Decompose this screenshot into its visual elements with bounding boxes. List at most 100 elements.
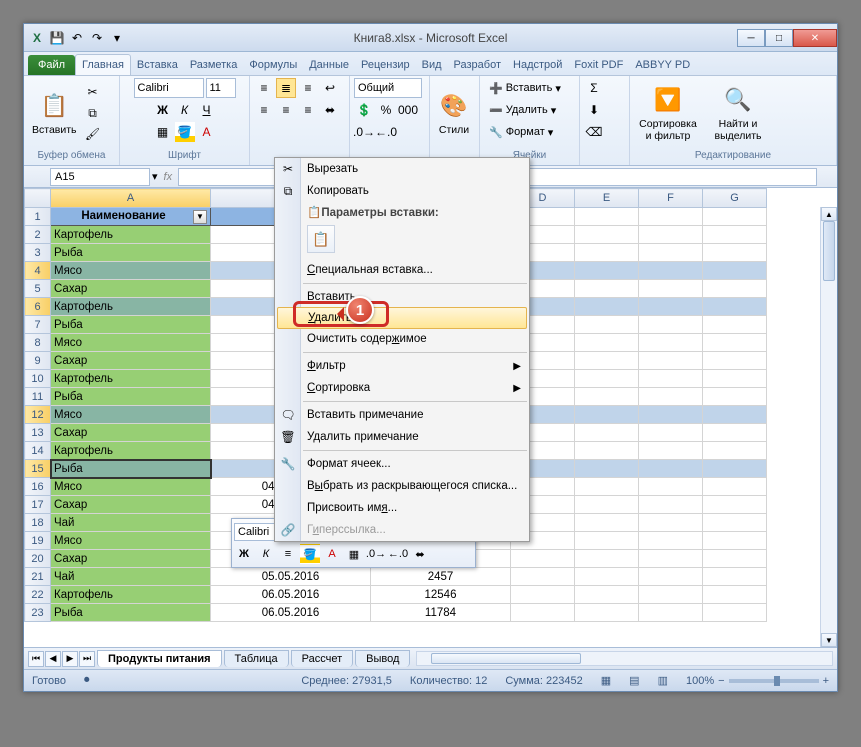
sheet-nav-prev-icon[interactable]: ◀ <box>45 651 61 667</box>
tab-home[interactable]: Главная <box>75 54 131 75</box>
cell-E1[interactable] <box>575 208 639 226</box>
row-header-20[interactable]: 20 <box>25 550 51 568</box>
cell-B22[interactable]: 06.05.2016 <box>211 586 371 604</box>
merge-icon[interactable]: ⬌ <box>320 100 340 120</box>
cell-F22[interactable] <box>639 586 703 604</box>
cell-E12[interactable] <box>575 406 639 424</box>
align-right-icon[interactable]: ≡ <box>298 100 318 120</box>
cell-F4[interactable] <box>639 262 703 280</box>
autosum-icon[interactable]: Σ <box>584 78 604 98</box>
mini-border-icon[interactable]: ▦ <box>344 544 364 564</box>
cell-G2[interactable] <box>703 226 767 244</box>
ctx-sort[interactable]: Сортировка▶ <box>275 377 529 399</box>
sheet-tab-calc[interactable]: Рассчет <box>291 650 354 667</box>
ctx-delete-comment[interactable]: 🗑Удалить примечание <box>275 426 529 448</box>
ctx-delete[interactable]: Удалить... <box>277 307 527 329</box>
tab-addins[interactable]: Надстрой <box>507 55 568 75</box>
sort-filter-button[interactable]: 🔽 Сортировка и фильтр <box>634 82 702 144</box>
row-header-17[interactable]: 17 <box>25 496 51 514</box>
cell-A13[interactable]: Сахар <box>51 424 211 442</box>
cell-G20[interactable] <box>703 550 767 568</box>
find-select-button[interactable]: 🔍 Найти и выделить <box>704 82 772 144</box>
view-pagebreak-icon[interactable]: ▥ <box>658 674 668 687</box>
align-top-icon[interactable]: ≡ <box>254 78 274 98</box>
cell-E23[interactable] <box>575 604 639 622</box>
redo-icon[interactable]: ↷ <box>88 29 106 47</box>
horizontal-scrollbar[interactable] <box>416 651 833 666</box>
cell-G3[interactable] <box>703 244 767 262</box>
copy-icon[interactable]: ⧉ <box>83 103 103 123</box>
cells-format-button[interactable]: 🔧Формат▾ <box>484 122 558 142</box>
cell-E4[interactable] <box>575 262 639 280</box>
cell-A5[interactable]: Сахар <box>51 280 211 298</box>
cell-G18[interactable] <box>703 514 767 532</box>
row-header-2[interactable]: 2 <box>25 226 51 244</box>
mini-font-color-icon[interactable]: A <box>322 544 342 564</box>
cell-G11[interactable] <box>703 388 767 406</box>
col-header-A[interactable]: A <box>51 189 211 208</box>
cell-E18[interactable] <box>575 514 639 532</box>
mini-dec-dec-icon[interactable]: ←.0 <box>388 544 408 564</box>
inc-decimal-icon[interactable]: .0→ <box>354 122 374 142</box>
zoom-control[interactable]: 100% − + <box>686 675 829 687</box>
row-header-21[interactable]: 21 <box>25 568 51 586</box>
cell-E5[interactable] <box>575 280 639 298</box>
paste-button[interactable]: 📋 Вставить <box>28 88 81 138</box>
cell-E10[interactable] <box>575 370 639 388</box>
cell-A9[interactable]: Сахар <box>51 352 211 370</box>
cell-B21[interactable]: 05.05.2016 <box>211 568 371 586</box>
ctx-clear-contents[interactable]: Очистить содержимое <box>275 328 529 350</box>
cell-G21[interactable] <box>703 568 767 586</box>
row-header-22[interactable]: 22 <box>25 586 51 604</box>
fx-icon[interactable]: fx <box>164 171 173 183</box>
cell-G6[interactable] <box>703 298 767 316</box>
ctx-copy[interactable]: ⧉Копировать <box>275 180 529 202</box>
ctx-pick-from-list[interactable]: Выбрать из раскрывающегося списка... <box>275 475 529 497</box>
mini-fill-color-icon[interactable]: 🪣 <box>300 544 320 564</box>
tab-layout[interactable]: Разметка <box>184 55 244 75</box>
cell-C22[interactable]: 12546 <box>371 586 511 604</box>
cell-E3[interactable] <box>575 244 639 262</box>
vscroll-thumb[interactable] <box>823 221 835 281</box>
mini-italic-icon[interactable]: К <box>256 544 276 564</box>
row-header-16[interactable]: 16 <box>25 478 51 496</box>
cell-D20[interactable] <box>511 550 575 568</box>
format-painter-icon[interactable]: 🖌 <box>83 124 103 144</box>
row-header-14[interactable]: 14 <box>25 442 51 460</box>
col-header-G[interactable]: G <box>703 189 767 208</box>
row-header-5[interactable]: 5 <box>25 280 51 298</box>
cell-F19[interactable] <box>639 532 703 550</box>
cell-E15[interactable] <box>575 460 639 478</box>
styles-button[interactable]: 🎨 Стили <box>434 88 474 138</box>
cell-E11[interactable] <box>575 388 639 406</box>
row-header-13[interactable]: 13 <box>25 424 51 442</box>
cell-A19[interactable]: Мясо <box>51 532 211 550</box>
ctx-insert-comment[interactable]: 🗨Вставить примечание <box>275 404 529 426</box>
cell-E6[interactable] <box>575 298 639 316</box>
scroll-up-icon[interactable]: ▲ <box>821 207 837 221</box>
percent-icon[interactable]: % <box>376 100 396 120</box>
cell-A7[interactable]: Рыба <box>51 316 211 334</box>
minimize-button[interactable]: ─ <box>737 29 765 47</box>
file-tab[interactable]: Файл <box>28 55 75 75</box>
cell-A20[interactable]: Сахар <box>51 550 211 568</box>
sheet-tab-output[interactable]: Вывод <box>355 650 410 667</box>
scroll-down-icon[interactable]: ▼ <box>821 633 837 647</box>
bold-button[interactable]: Ж <box>153 100 173 120</box>
name-box[interactable]: A15 <box>50 168 150 186</box>
cell-A2[interactable]: Картофель <box>51 226 211 244</box>
row-header-23[interactable]: 23 <box>25 604 51 622</box>
cell-A10[interactable]: Картофель <box>51 370 211 388</box>
zoom-out-icon[interactable]: − <box>718 675 724 687</box>
cell-G10[interactable] <box>703 370 767 388</box>
row-header-8[interactable]: 8 <box>25 334 51 352</box>
cell-A1[interactable]: Наименование▼ <box>51 208 211 226</box>
align-center-icon[interactable]: ≡ <box>276 100 296 120</box>
wrap-icon[interactable]: ↩ <box>320 78 340 98</box>
vertical-scrollbar[interactable]: ▲ ▼ <box>820 207 837 647</box>
cell-F23[interactable] <box>639 604 703 622</box>
cell-F14[interactable] <box>639 442 703 460</box>
tab-view[interactable]: Вид <box>416 55 448 75</box>
cell-E14[interactable] <box>575 442 639 460</box>
cell-G1[interactable] <box>703 208 767 226</box>
